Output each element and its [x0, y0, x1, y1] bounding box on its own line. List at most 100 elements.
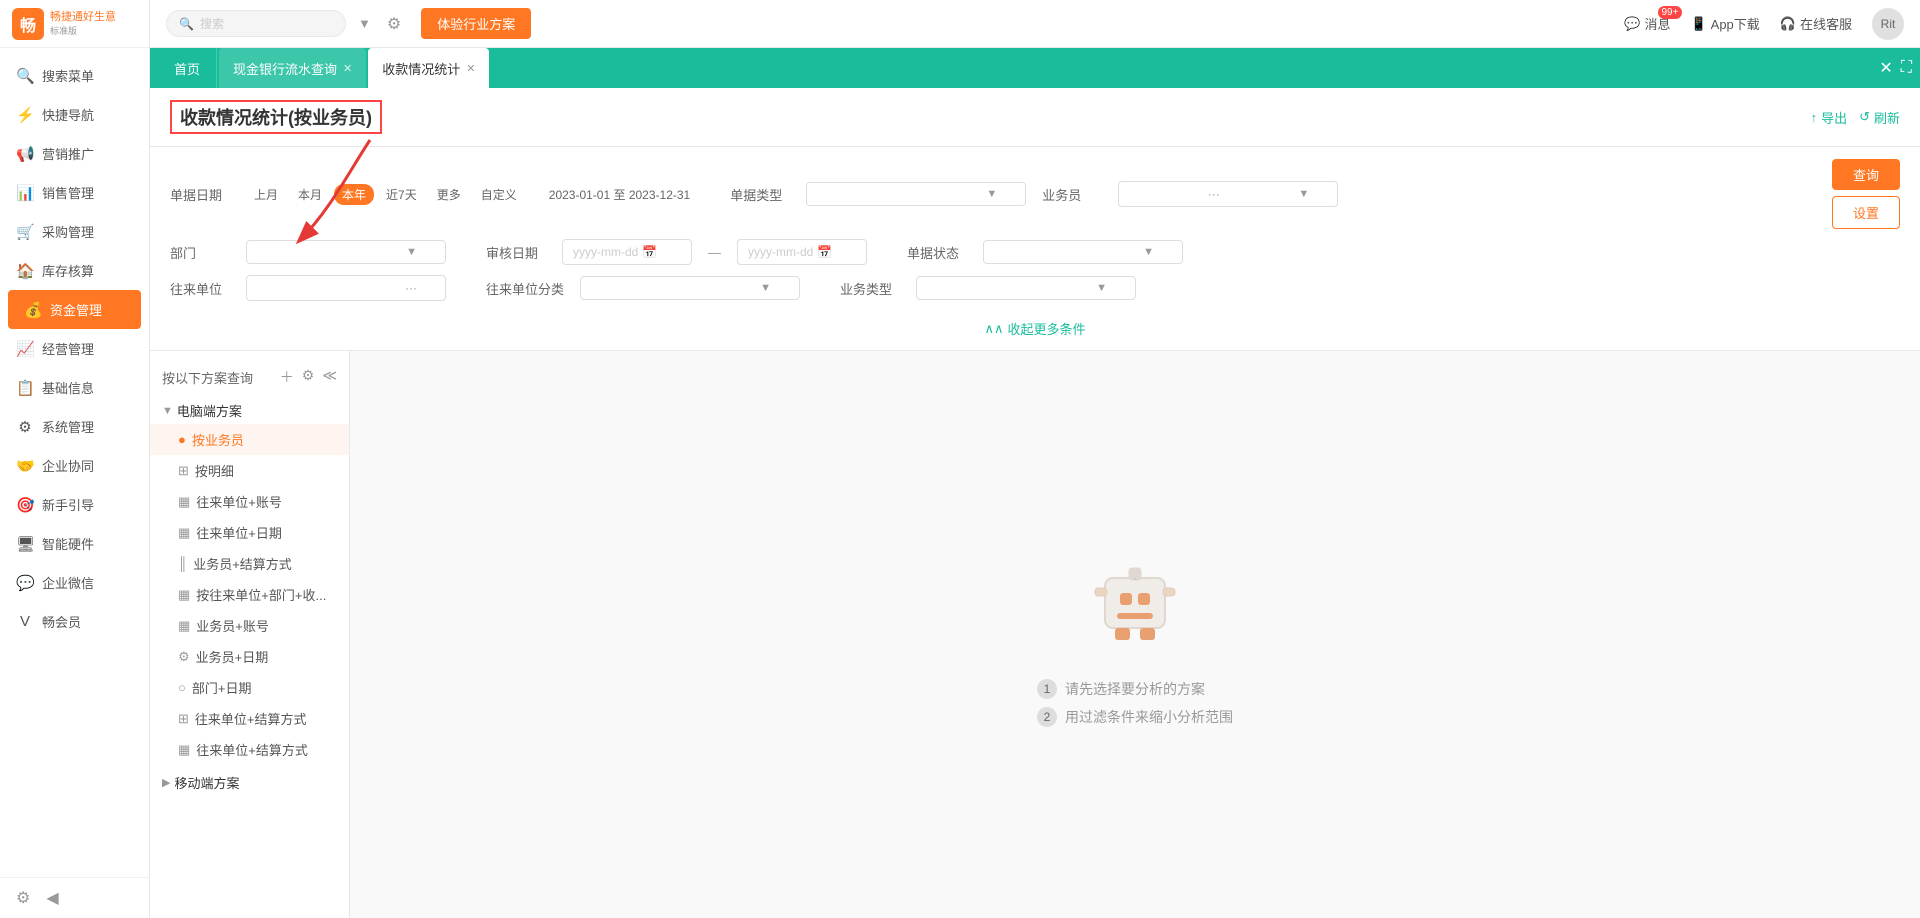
message-button[interactable]: 💬 消息 99+ — [1624, 14, 1670, 33]
export-button[interactable]: ↑ 导出 — [1811, 108, 1848, 127]
date-tab-上月[interactable]: 上月 — [246, 184, 286, 205]
tab-close-collection[interactable]: ✕ — [466, 62, 475, 75]
collapse-panel-icon[interactable]: ≪ — [322, 367, 337, 387]
sidebar-item-sales[interactable]: 📊销售管理 — [0, 173, 149, 212]
scheme-label-partner-settle2: 往来单位+结算方式 — [196, 740, 308, 759]
date-tab-近7天[interactable]: 近7天 — [378, 184, 425, 205]
scheme-item-partner-date[interactable]: ▦往来单位+日期 — [150, 517, 349, 548]
sidebar-item-basic[interactable]: 📋基础信息 — [0, 368, 149, 407]
search-box[interactable]: 🔍 搜索 — [166, 10, 346, 37]
scheme-label-by-detail: 按明细 — [195, 461, 234, 480]
topbar-dropdown-icon[interactable]: ▼ — [358, 16, 371, 31]
set-button[interactable]: 设置 — [1832, 196, 1900, 229]
query-buttons: 查询 设置 — [1832, 159, 1900, 229]
partner-category-select[interactable]: ▼ — [580, 276, 800, 300]
empty-tips: 1请先选择要分析的方案2用过滤条件来缩小分析范围 — [1037, 679, 1233, 727]
scheme-item-partner-settle2[interactable]: ▦ 往来单位+结算方式 — [150, 734, 349, 765]
date-tab-更多[interactable]: 更多 — [429, 184, 469, 205]
tab-home[interactable]: 首页 — [158, 48, 217, 88]
right-content: 1请先选择要分析的方案2用过滤条件来缩小分析范围 — [350, 351, 1920, 918]
sidebar-label-system: 系统管理 — [42, 417, 94, 436]
scheme-item-salesperson-account[interactable]: ▦业务员+账号 — [150, 610, 349, 641]
tab-collection[interactable]: 收款情况统计✕ — [368, 48, 489, 88]
date-tab-本月[interactable]: 本月 — [290, 184, 330, 205]
scheme-item-by-detail[interactable]: ⊞按明细 — [150, 455, 349, 486]
sidebar-item-inventory[interactable]: 🏠 库存核算 — [0, 251, 149, 290]
app-download-button[interactable]: 📱 App下载 — [1690, 14, 1759, 33]
sidebar-label-guide: 新手引导 — [42, 495, 94, 514]
close-all-tabs-icon[interactable]: ✕ — [1879, 58, 1892, 78]
scheme-item-dept-date[interactable]: ○部门+日期 — [150, 672, 349, 703]
user-avatar[interactable]: Rit — [1872, 8, 1904, 40]
empty-tip-2: 2用过滤条件来缩小分析范围 — [1037, 707, 1233, 727]
doc-status-label: 单据状态 — [907, 243, 967, 262]
scheme-item-salesperson-settle[interactable]: ║业务员+结算方式 — [150, 548, 349, 579]
sidebar-item-operations[interactable]: 📈经营管理 — [0, 329, 149, 368]
sidebar-item-wechat[interactable]: 💬企业微信 — [0, 563, 149, 602]
scheme-label-partner-date: 往来单位+日期 — [196, 523, 282, 542]
scheme-group-title-mobile[interactable]: ▶移动端方案 — [150, 769, 349, 796]
sidebar-label-inventory: 库存核算 — [42, 261, 94, 280]
date-tab-本年[interactable]: 本年 — [334, 184, 374, 205]
tab-close-bank-flow[interactable]: ✕ — [343, 62, 352, 75]
doc-type-select[interactable]: ▼ — [806, 182, 1026, 206]
salesperson-select[interactable]: ··· ▼ — [1118, 181, 1338, 207]
empty-illustration: 1请先选择要分析的方案2用过滤条件来缩小分析范围 — [1037, 543, 1233, 727]
page-actions: ↑ 导出 ↺ 刷新 — [1811, 108, 1900, 127]
date-tab-自定义[interactable]: 自定义 — [473, 184, 525, 205]
date-tabs: 上月本月本年近7天更多自定义 — [246, 184, 525, 205]
filter-footer: ∧∧ 收起更多条件 — [170, 311, 1900, 338]
sidebar-item-smart-hw[interactable]: 🖥智能硬件 — [0, 524, 149, 563]
sidebar-label-purchase: 采购管理 — [42, 222, 94, 241]
sidebar-item-purchase[interactable]: 🛒采购管理 — [0, 212, 149, 251]
doc-status-select[interactable]: ▼ — [983, 240, 1183, 264]
online-service-button[interactable]: 🎧 在线客服 — [1780, 14, 1852, 33]
topbar-gear-icon[interactable]: ⚙ — [387, 14, 401, 34]
sidebar-item-finance[interactable]: 💰资金管理 — [8, 290, 141, 329]
biz-type-select[interactable]: ▼ — [916, 276, 1136, 300]
scheme-group-mobile: ▶移动端方案 — [150, 767, 349, 798]
calendar-icon-2: 📅 — [817, 245, 832, 259]
sidebar-item-marketing[interactable]: 📢营销推广 — [0, 134, 149, 173]
scheme-group-title-desktop[interactable]: ▼电脑端方案 — [150, 397, 349, 424]
refresh-icon: ↺ — [1859, 109, 1870, 125]
scheme-icon-partner-settle2: ▦ — [178, 742, 190, 758]
manage-scheme-icon[interactable]: ⚙ — [302, 367, 315, 387]
search-menu-icon: 🔍 — [16, 67, 34, 85]
tip-num-2: 2 — [1037, 707, 1057, 727]
review-date-to[interactable]: yyyy-mm-dd 📅 — [737, 239, 867, 265]
scheme-item-by-partner-dept[interactable]: ▦按往来单位+部门+收... — [150, 579, 349, 610]
settings-footer-icon[interactable]: ⚙ — [16, 888, 30, 908]
sidebar-item-search-menu[interactable]: 🔍搜索菜单 — [0, 56, 149, 95]
scheme-label-by-salesperson: 按业务员 — [192, 430, 244, 449]
sidebar-item-member[interactable]: V畅会员 — [0, 602, 149, 641]
scheme-item-partner-account[interactable]: ▦往来单位+账号 — [150, 486, 349, 517]
scheme-icon-partner-account: ▦ — [178, 494, 190, 510]
sidebar-item-system[interactable]: ⚙ 系统管理 — [0, 407, 149, 446]
review-date-from[interactable]: yyyy-mm-dd 📅 — [562, 239, 692, 265]
partner-select[interactable]: ··· — [246, 275, 446, 301]
system-icon: ⚙ — [16, 418, 34, 436]
scheme-item-partner-settle1[interactable]: ⊞往来单位+结算方式 — [150, 703, 349, 734]
sidebar-item-enterprise[interactable]: 🤝企业协同 — [0, 446, 149, 485]
content-area: 收款情况统计(按业务员) ↑ 导出 ↺ 刷新 单据日期 上月 — [150, 88, 1920, 918]
scheme-icon-salesperson-settle: ║ — [178, 556, 187, 571]
trial-button[interactable]: 体验行业方案 — [421, 8, 531, 39]
finance-icon: 💰 — [24, 301, 42, 319]
collapse-footer-icon[interactable]: ◀ — [46, 888, 58, 908]
sidebar-item-quick-nav[interactable]: ⚡快捷导航 — [0, 95, 149, 134]
refresh-button[interactable]: ↺ 刷新 — [1859, 108, 1900, 127]
scheme-item-by-salesperson[interactable]: ●按业务员 — [150, 424, 349, 455]
add-scheme-icon[interactable]: ＋ — [280, 367, 294, 387]
sidebar-label-marketing: 营销推广 — [42, 144, 94, 163]
inventory-icon: 🏠 — [16, 262, 34, 280]
topbar-right: 💬 消息 99+ 📱 App下载 🎧 在线客服 Rit — [1624, 8, 1904, 40]
collapse-button[interactable]: ∧∧ 收起更多条件 — [984, 319, 1085, 338]
maximize-icon[interactable]: ⛶ — [1901, 59, 1912, 77]
sidebar-item-guide[interactable]: 🎯新手引导 — [0, 485, 149, 524]
biz-type-label: 业务类型 — [840, 279, 900, 298]
dept-select[interactable]: ▼ — [246, 240, 446, 264]
query-button[interactable]: 查询 — [1832, 159, 1900, 190]
tab-bank-flow[interactable]: 现金银行流水查询✕ — [219, 48, 366, 88]
scheme-item-salesperson-date[interactable]: ⚙业务员+日期 — [150, 641, 349, 672]
